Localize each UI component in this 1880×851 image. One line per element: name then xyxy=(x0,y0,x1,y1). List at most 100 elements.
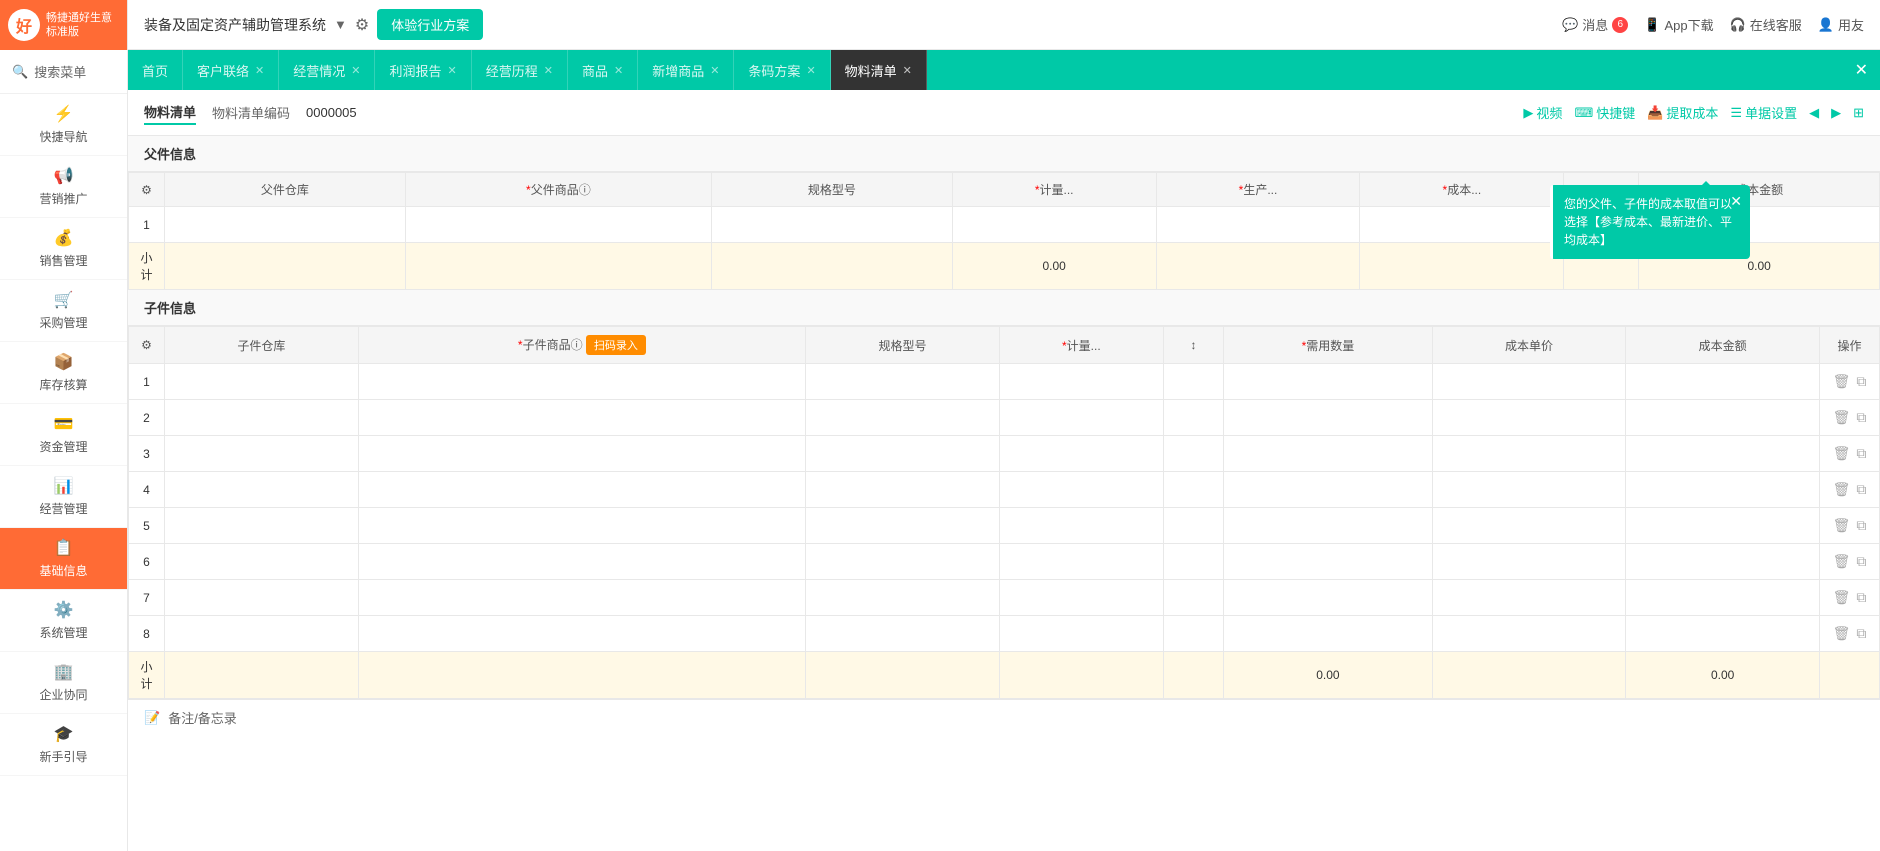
parent-col-settings[interactable]: ⚙ xyxy=(129,173,165,207)
child-row-6-quantity[interactable] xyxy=(1224,544,1432,580)
tab-close-icon[interactable]: ✕ xyxy=(710,64,719,77)
child-row-7-copy-icon[interactable]: ⧉ xyxy=(1856,589,1866,606)
child-row-3-quantity[interactable] xyxy=(1224,436,1432,472)
messages-item[interactable]: 💬 消息 6 xyxy=(1562,15,1628,34)
child-row-3-copy-icon[interactable]: ⧉ xyxy=(1856,445,1866,462)
child-row-8-product[interactable] xyxy=(358,616,806,652)
nav-next-button[interactable]: ▶ xyxy=(1831,105,1841,121)
nav-prev-button[interactable]: ◀ xyxy=(1809,105,1819,121)
child-row-6-copy-icon[interactable]: ⧉ xyxy=(1856,553,1866,570)
online-service-item[interactable]: 🎧 在线客服 xyxy=(1730,15,1802,34)
sidebar-item-system[interactable]: ⚙️ 系统管理 xyxy=(0,590,127,652)
tooltip-close-button[interactable]: ✕ xyxy=(1730,191,1742,212)
child-row-6-unit[interactable] xyxy=(999,544,1163,580)
child-row-3-sort[interactable] xyxy=(1163,436,1223,472)
nav-tab-bom[interactable]: 物料清单✕ xyxy=(831,50,927,90)
child-row-7-unit[interactable] xyxy=(999,580,1163,616)
tab-close-icon[interactable]: ✕ xyxy=(544,64,553,77)
parent-row-1-production[interactable] xyxy=(1156,207,1360,243)
child-row-5-spec[interactable] xyxy=(806,508,1000,544)
child-row-8-copy-icon[interactable]: ⧉ xyxy=(1856,625,1866,642)
child-row-1-sort[interactable] xyxy=(1163,364,1223,400)
scan-input-button[interactable]: 扫码录入 xyxy=(586,335,646,355)
nav-tab-operations[interactable]: 经营情况✕ xyxy=(279,50,375,90)
child-row-4-delete-icon[interactable]: 🗑 xyxy=(1833,481,1851,498)
close-all-tabs-button[interactable]: ✕ xyxy=(1843,60,1880,80)
child-row-2-delete-icon[interactable]: 🗑 xyxy=(1833,409,1851,426)
header-dropdown-icon[interactable]: ▼ xyxy=(334,17,347,32)
child-row-3-product[interactable] xyxy=(358,436,806,472)
sidebar-item-inventory[interactable]: 📦 库存核算 xyxy=(0,342,127,404)
child-row-4-warehouse[interactable] xyxy=(165,472,359,508)
search-menu-button[interactable]: 🔍 搜索菜单 xyxy=(8,58,119,85)
tab-close-icon[interactable]: ✕ xyxy=(448,64,457,77)
sidebar-item-enterprise[interactable]: 🏢 企业协同 xyxy=(0,652,127,714)
child-row-8-quantity[interactable] xyxy=(1224,616,1432,652)
child-row-7-delete-icon[interactable]: 🗑 xyxy=(1833,589,1851,606)
sidebar-item-quick-nav[interactable]: ⚡ 快捷导航 xyxy=(0,94,127,156)
header-gear-icon[interactable]: ⚙ xyxy=(355,15,369,35)
child-row-7-sort[interactable] xyxy=(1163,580,1223,616)
tab-close-icon[interactable]: ✕ xyxy=(806,64,815,77)
child-row-6-sort[interactable] xyxy=(1163,544,1223,580)
single-settings-button[interactable]: ☰ 单据设置 xyxy=(1730,103,1797,122)
child-row-3-unit[interactable] xyxy=(999,436,1163,472)
sub-tab-bom-list[interactable]: 物料清单 xyxy=(144,100,196,125)
sidebar-item-guide[interactable]: 🎓 新手引导 xyxy=(0,714,127,776)
sidebar-item-finance[interactable]: 💳 资金管理 xyxy=(0,404,127,466)
child-row-4-unit-price[interactable] xyxy=(1432,472,1626,508)
child-row-3-delete-icon[interactable]: 🗑 xyxy=(1833,445,1851,462)
child-row-7-product[interactable] xyxy=(358,580,806,616)
tab-close-icon[interactable]: ✕ xyxy=(903,64,912,77)
nav-tab-home[interactable]: 首页 xyxy=(128,50,183,90)
child-row-2-product[interactable] xyxy=(358,400,806,436)
child-row-2-copy-icon[interactable]: ⧉ xyxy=(1856,409,1866,426)
child-row-2-unit-price[interactable] xyxy=(1432,400,1626,436)
child-row-8-delete-icon[interactable]: 🗑 xyxy=(1833,625,1851,642)
child-row-6-spec[interactable] xyxy=(806,544,1000,580)
child-row-5-product[interactable] xyxy=(358,508,806,544)
parent-row-1-unit[interactable] xyxy=(952,207,1156,243)
child-row-5-sort[interactable] xyxy=(1163,508,1223,544)
child-row-5-unit-price[interactable] xyxy=(1432,508,1626,544)
parent-row-1-warehouse[interactable] xyxy=(165,207,406,243)
child-row-5-warehouse[interactable] xyxy=(165,508,359,544)
view-button[interactable]: ▶ 视频 xyxy=(1523,103,1562,122)
child-row-4-copy-icon[interactable]: ⧉ xyxy=(1856,481,1866,498)
child-row-1-copy-icon[interactable]: ⧉ xyxy=(1856,373,1866,390)
sidebar-item-basic[interactable]: 📋 基础信息 xyxy=(0,528,127,590)
child-row-6-delete-icon[interactable]: 🗑 xyxy=(1833,553,1851,570)
user-item[interactable]: 👤 用友 xyxy=(1818,15,1864,34)
app-download-item[interactable]: 📱 App下载 xyxy=(1644,15,1713,34)
child-row-5-copy-icon[interactable]: ⧉ xyxy=(1856,517,1866,534)
nav-tab-customer[interactable]: 客户联络✕ xyxy=(183,50,279,90)
nav-tab-barcode[interactable]: 条码方案✕ xyxy=(734,50,830,90)
child-row-2-spec[interactable] xyxy=(806,400,1000,436)
tab-close-icon[interactable]: ✕ xyxy=(614,64,623,77)
parent-row-1-product[interactable] xyxy=(405,207,711,243)
extract-cost-button[interactable]: 📥 提取成本 xyxy=(1647,103,1718,122)
child-row-1-unit[interactable] xyxy=(999,364,1163,400)
nav-tab-history[interactable]: 经营历程✕ xyxy=(472,50,568,90)
child-row-7-warehouse[interactable] xyxy=(165,580,359,616)
child-row-8-unit[interactable] xyxy=(999,616,1163,652)
child-row-4-sort[interactable] xyxy=(1163,472,1223,508)
tab-close-icon[interactable]: ✕ xyxy=(351,64,360,77)
child-row-1-product[interactable] xyxy=(358,364,806,400)
child-row-4-product[interactable] xyxy=(358,472,806,508)
sidebar-item-purchase[interactable]: 🛒 采购管理 xyxy=(0,280,127,342)
child-row-7-spec[interactable] xyxy=(806,580,1000,616)
child-row-4-quantity[interactable] xyxy=(1224,472,1432,508)
child-row-8-warehouse[interactable] xyxy=(165,616,359,652)
tab-close-icon[interactable]: ✕ xyxy=(255,64,264,77)
child-row-8-unit-price[interactable] xyxy=(1432,616,1626,652)
child-row-1-warehouse[interactable] xyxy=(165,364,359,400)
trial-button[interactable]: 体验行业方案 xyxy=(377,9,483,40)
child-row-1-spec[interactable] xyxy=(806,364,1000,400)
child-row-3-spec[interactable] xyxy=(806,436,1000,472)
child-row-2-unit[interactable] xyxy=(999,400,1163,436)
child-row-1-quantity[interactable] xyxy=(1224,364,1432,400)
child-col-settings[interactable]: ⚙ xyxy=(129,327,165,364)
child-row-3-warehouse[interactable] xyxy=(165,436,359,472)
child-row-2-quantity[interactable] xyxy=(1224,400,1432,436)
